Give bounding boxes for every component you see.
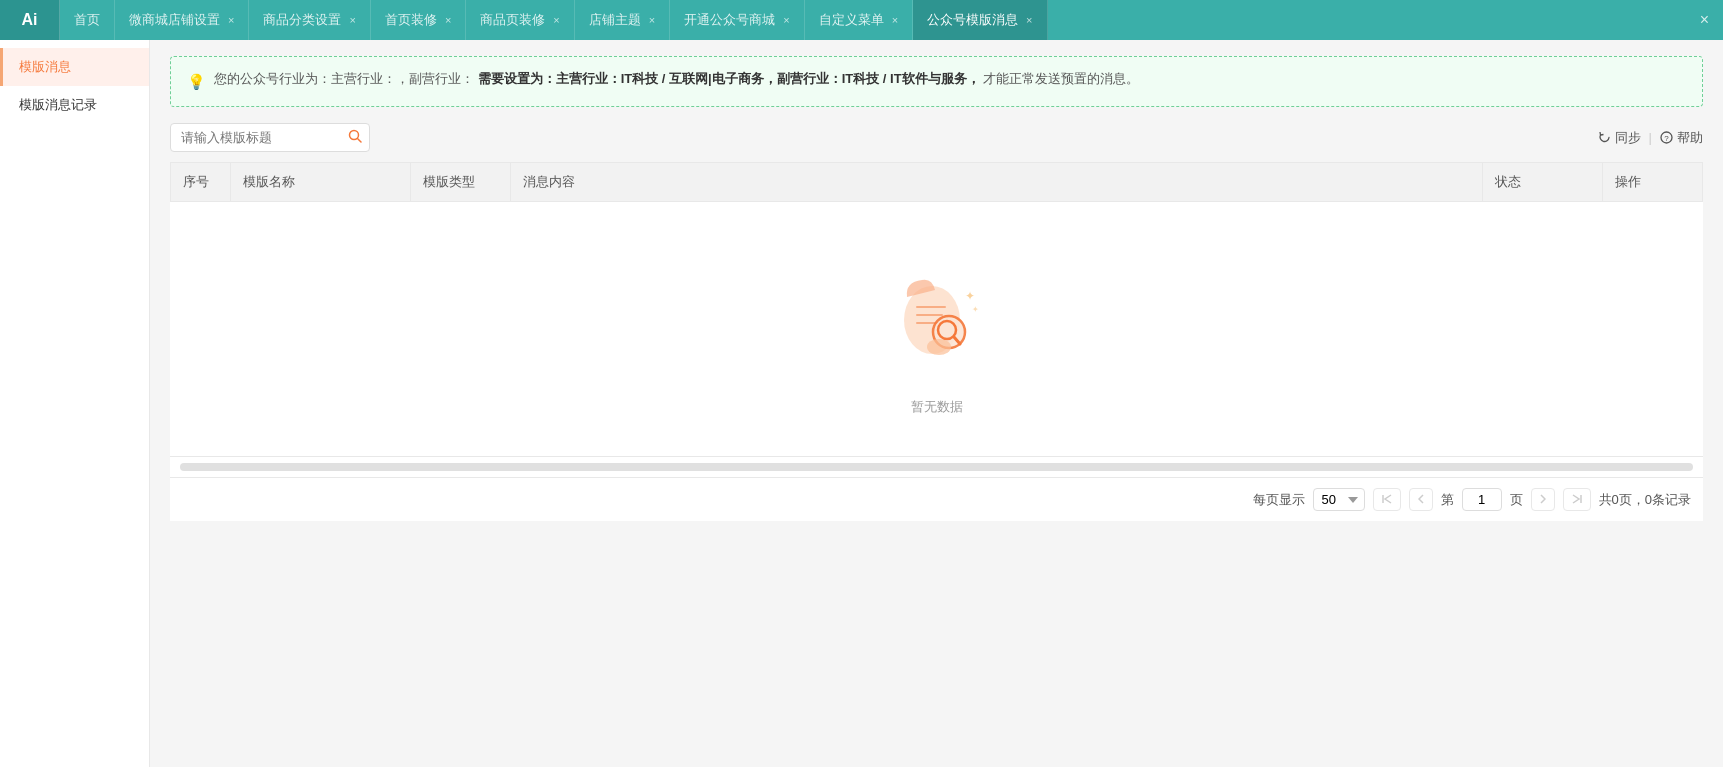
tab-custom-menu[interactable]: 自定义菜单 × [805,0,913,40]
table-header: 序号模版名称模版类型消息内容状态操作 [171,163,1703,202]
tab-label: 首页 [74,11,100,29]
tab-home-decoration[interactable]: 首页装修 × [371,0,466,40]
page-label: 页 [1510,491,1523,509]
tab-home[interactable]: 首页 [60,0,115,40]
data-table: 序号模版名称模版类型消息内容状态操作 [170,162,1703,202]
content-area: 💡 您的公众号行业为：主营行业：，副营行业： 需要设置为：主营行业：IT科技 /… [150,40,1723,767]
table-header-type: 模版类型 [411,163,511,202]
tab-bar: Ai 首页微商城店铺设置×商品分类设置×首页装修×商品页装修×店铺主题×开通公众… [0,0,1723,40]
tabs-container: 首页微商城店铺设置×商品分类设置×首页装修×商品页装修×店铺主题×开通公众号商城… [60,0,1686,40]
tab-close-icon[interactable]: × [1026,14,1032,26]
table-header-name: 模版名称 [231,163,411,202]
tab-close-icon[interactable]: × [783,14,789,26]
svg-text:✦: ✦ [972,305,979,314]
help-icon: ? [1660,131,1673,144]
table-header-content: 消息内容 [511,163,1483,202]
tab-category-settings[interactable]: 商品分类设置 × [249,0,370,40]
page-size-wrapper: 102050100 [1313,488,1365,511]
svg-line-1 [358,139,362,143]
sidebar-items: 模版消息模版消息记录 [0,48,149,124]
page-number-input[interactable] [1462,488,1502,511]
main-layout: 模版消息模版消息记录 💡 您的公众号行业为：主营行业：，副营行业： 需要设置为：… [0,40,1723,767]
help-button[interactable]: ? 帮助 [1660,129,1703,147]
notice-icon: 💡 [187,70,206,94]
prev-page-icon [1418,494,1424,504]
close-all-button[interactable]: × [1686,11,1723,29]
empty-illustration: ✦ ✦ [877,262,997,382]
search-icon [348,129,362,143]
notice-text: 您的公众号行业为：主营行业：，副营行业： 需要设置为：主营行业：IT科技 / 互… [214,69,1139,90]
sync-button[interactable]: 同步 [1598,129,1641,147]
notice-banner: 💡 您的公众号行业为：主营行业：，副营行业： 需要设置为：主营行业：IT科技 /… [170,56,1703,107]
page-size-select[interactable]: 102050100 [1313,488,1365,511]
table-header-action: 操作 [1603,163,1703,202]
tab-store-theme[interactable]: 店铺主题 × [575,0,670,40]
tab-product-decoration[interactable]: 商品页装修 × [466,0,574,40]
table-wrapper: 序号模版名称模版类型消息内容状态操作 [170,162,1703,477]
horizontal-scrollbar[interactable] [180,463,1693,471]
tab-close-icon[interactable]: × [553,14,559,26]
search-bar: 同步 | ? 帮助 [170,123,1703,152]
tab-label: 微商城店铺设置 [129,11,220,29]
svg-point-11 [927,339,951,355]
total-label: 共0页，0条记录 [1599,491,1691,509]
sync-icon [1598,131,1611,144]
tab-label: 自定义菜单 [819,11,884,29]
tab-close-icon[interactable]: × [349,14,355,26]
next-page-icon [1540,494,1546,504]
first-page-icon [1382,494,1392,504]
toolbar-divider: | [1649,130,1652,145]
tab-open-mall[interactable]: 开通公众号商城 × [670,0,804,40]
search-input-wrap [170,123,370,152]
tab-label: 商品页装修 [480,11,545,29]
tab-label: 店铺主题 [589,11,641,29]
tab-label: 公众号模版消息 [927,11,1018,29]
sidebar-item-template-msg[interactable]: 模版消息 [0,48,149,86]
last-page-icon [1572,494,1582,504]
last-page-button[interactable] [1563,488,1591,511]
pagination: 每页显示 102050100 第 页 共0页，0条记录 [170,477,1703,521]
scrollbar-area [170,456,1703,477]
tab-template-msg[interactable]: 公众号模版消息 × [913,0,1047,40]
tab-label: 首页装修 [385,11,437,29]
page-size-label: 每页显示 [1253,491,1305,509]
app-logo: Ai [0,0,60,40]
toolbar-right: 同步 | ? 帮助 [1598,129,1703,147]
next-page-button[interactable] [1531,488,1555,511]
empty-state: ✦ ✦ 暂无数据 [170,202,1703,456]
page-di-label: 第 [1441,491,1454,509]
tab-close-icon[interactable]: × [445,14,451,26]
empty-text: 暂无数据 [911,398,963,416]
search-button[interactable] [348,129,362,146]
first-page-button[interactable] [1373,488,1401,511]
tab-label: 开通公众号商城 [684,11,775,29]
tab-close-icon[interactable]: × [228,14,234,26]
sidebar-item-template-msg-log[interactable]: 模版消息记录 [0,86,149,124]
prev-page-button[interactable] [1409,488,1433,511]
tab-close-icon[interactable]: × [892,14,898,26]
search-input[interactable] [170,123,370,152]
tab-label: 商品分类设置 [263,11,341,29]
tab-store-settings[interactable]: 微商城店铺设置 × [115,0,249,40]
table-header-index: 序号 [171,163,231,202]
svg-text:?: ? [1664,134,1669,143]
tab-close-icon[interactable]: × [649,14,655,26]
sidebar: 模版消息模版消息记录 [0,40,150,767]
table-header-status: 状态 [1483,163,1603,202]
svg-text:✦: ✦ [965,289,975,303]
